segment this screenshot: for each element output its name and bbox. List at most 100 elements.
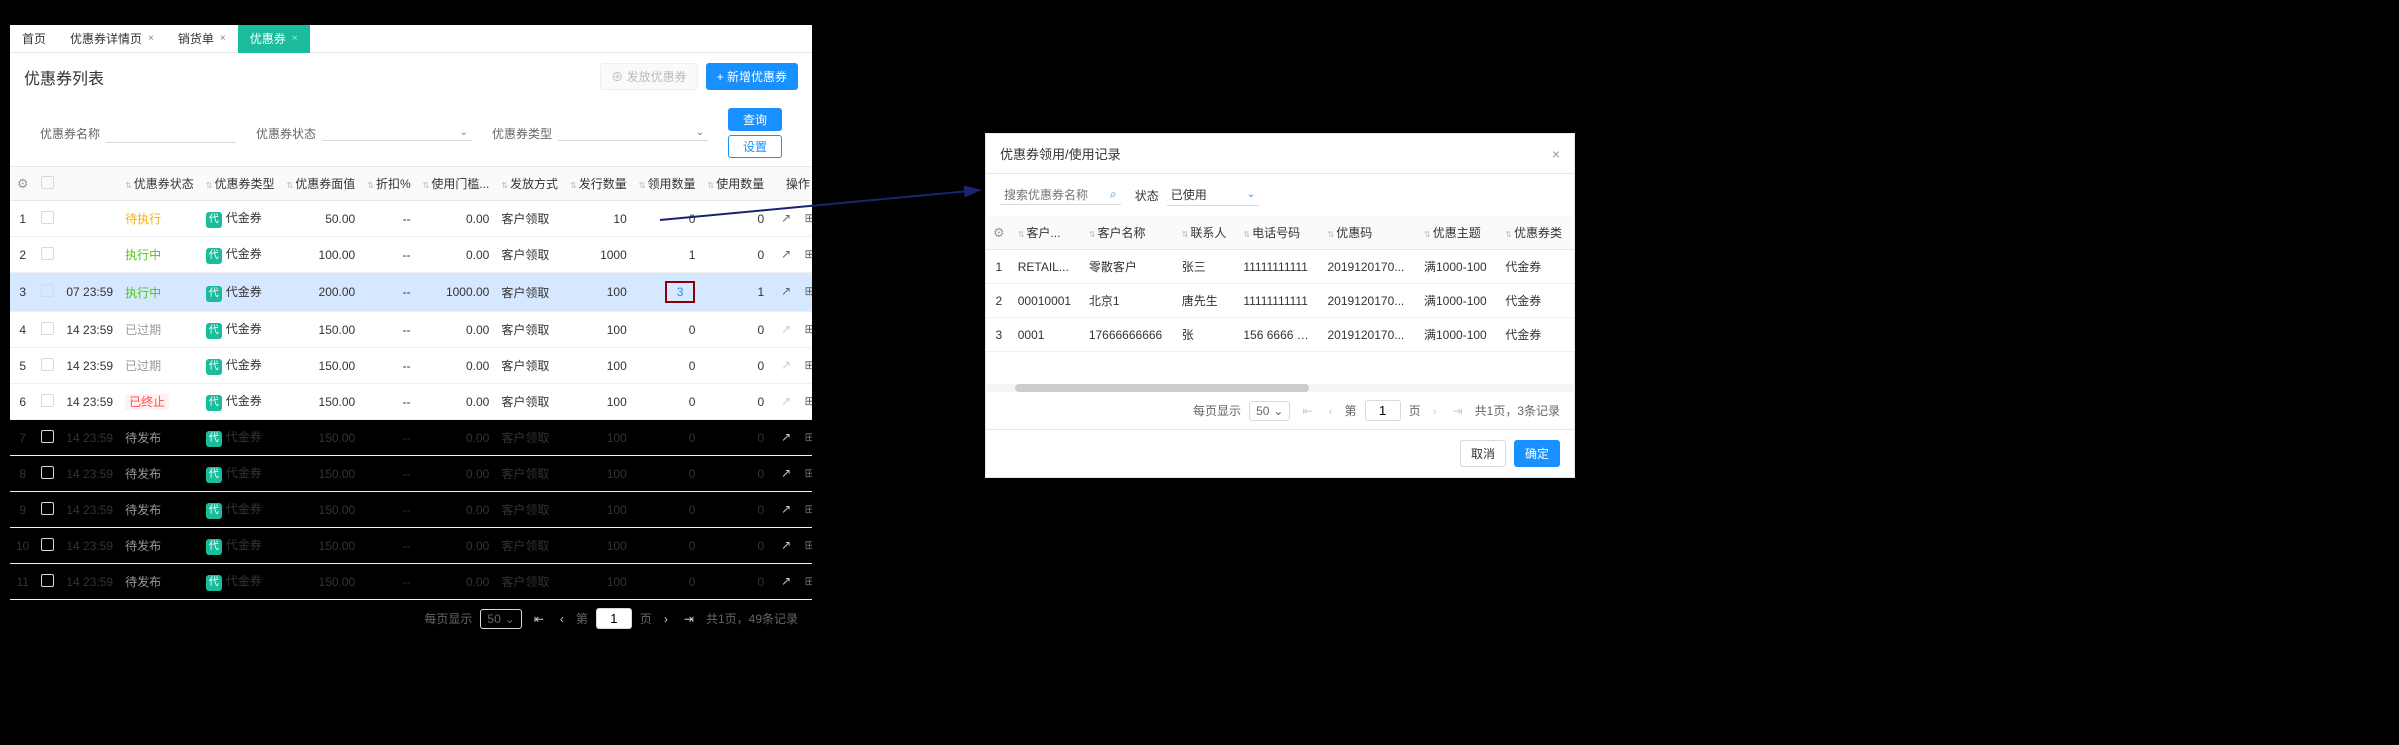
close-icon[interactable]: × (292, 33, 298, 44)
face-column[interactable]: ⇅优惠券面值 (281, 167, 362, 201)
type-column[interactable]: ⇅优惠券类型 (200, 167, 281, 201)
phone-column[interactable]: ⇅电话号码 (1237, 216, 1321, 250)
coupon-type-select[interactable]: ⌄ (558, 125, 708, 141)
first-page-button[interactable]: ⇤ (1298, 404, 1316, 418)
tab-coupon[interactable]: 优惠券 × (238, 25, 310, 53)
per-page-select[interactable]: 50 ⌄ (480, 609, 521, 629)
used-column[interactable]: ⇅使用数量 (701, 167, 770, 201)
table-row[interactable]: 8 14 23:59 待发布 代代金券 150.00 -- 0.00 客户领取 … (10, 456, 812, 492)
prev-page-button[interactable]: ‹ (1325, 404, 1337, 418)
gear-column[interactable]: ⚙ (986, 216, 1012, 250)
plus-circle-icon: ⊕ (611, 70, 626, 84)
claimed-link[interactable]: 3 (665, 281, 696, 303)
share-icon[interactable]: ↗ (778, 284, 794, 300)
settings-button[interactable]: 设置 (728, 135, 782, 158)
horizontal-scrollbar[interactable] (986, 384, 1574, 392)
share-icon[interactable]: ↗ (778, 211, 794, 227)
table-row[interactable]: 1 待执行 代代金券 50.00 -- 0.00 客户领取 10 0 0 ↗ ⊞ (10, 201, 812, 237)
page-input[interactable] (596, 608, 632, 629)
share-icon[interactable]: ↗ (778, 247, 794, 263)
qrcode-icon[interactable]: ⊞ (802, 211, 812, 227)
gear-column[interactable]: ⚙ (10, 167, 35, 201)
qrcode-icon[interactable]: ⊞ (802, 247, 812, 263)
qrcode-icon[interactable]: ⊞ (802, 358, 812, 374)
row-checkbox[interactable] (41, 502, 54, 515)
table-row[interactable]: 1 RETAIL... 零散客户 张三 11111111111 20191201… (986, 250, 1574, 284)
row-checkbox[interactable] (41, 211, 54, 224)
timestamp-column[interactable] (60, 167, 119, 201)
qrcode-icon[interactable]: ⊞ (802, 466, 812, 482)
prev-page-button[interactable]: ‹ (556, 612, 568, 626)
table-row[interactable]: 3 0001 17666666666 张 156 6666 … 20191201… (986, 318, 1574, 352)
table-row[interactable]: 10 14 23:59 待发布 代代金券 150.00 -- 0.00 客户领取… (10, 528, 812, 564)
next-page-button[interactable]: › (660, 612, 672, 626)
qrcode-icon[interactable]: ⊞ (802, 574, 812, 590)
qrcode-icon[interactable]: ⊞ (802, 284, 812, 300)
cancel-button[interactable]: 取消 (1460, 440, 1506, 467)
tab-sales-order[interactable]: 销货单 × (166, 25, 238, 53)
qrcode-icon[interactable]: ⊞ (802, 430, 812, 446)
search-icon[interactable]: ⌕ (1110, 187, 1117, 202)
first-page-button[interactable]: ⇤ (530, 612, 548, 626)
row-checkbox[interactable] (41, 466, 54, 479)
table-row[interactable]: 11 14 23:59 待发布 代代金券 150.00 -- 0.00 客户领取… (10, 564, 812, 600)
coupon-code-column[interactable]: ⇅优惠码 (1322, 216, 1419, 250)
confirm-button[interactable]: 确定 (1514, 440, 1560, 467)
claimed-column[interactable]: ⇅领用数量 (633, 167, 702, 201)
row-checkbox[interactable] (41, 284, 54, 297)
coupon-type-column[interactable]: ⇅优惠券类 (1499, 216, 1574, 250)
per-page-select[interactable]: 50 ⌄ (1249, 401, 1290, 421)
distribute-coupon-button[interactable]: ⊕ 发放优惠券 (600, 63, 697, 90)
qrcode-icon[interactable]: ⊞ (802, 322, 812, 338)
row-checkbox[interactable] (41, 538, 54, 551)
search-input[interactable] (1004, 188, 1104, 202)
select-all-checkbox[interactable] (41, 176, 54, 189)
row-number: 3 (986, 318, 1012, 352)
status-column[interactable]: ⇅优惠券状态 (119, 167, 200, 201)
issued-column[interactable]: ⇅发行数量 (564, 167, 633, 201)
actions-cell: ↗ ⊞ (770, 312, 812, 348)
page-input[interactable] (1365, 400, 1401, 421)
table-row[interactable]: 6 14 23:59 已终止 代代金券 150.00 -- 0.00 客户领取 … (10, 384, 812, 420)
method-column[interactable]: ⇅发放方式 (495, 167, 564, 201)
contact-column[interactable]: ⇅联系人 (1176, 216, 1238, 250)
table-row[interactable]: 9 14 23:59 待发布 代代金券 150.00 -- 0.00 客户领取 … (10, 492, 812, 528)
coupon-status-select[interactable]: ⌄ (322, 125, 472, 141)
close-icon[interactable]: × (220, 33, 226, 44)
tab-home[interactable]: 首页 (10, 25, 58, 53)
table-row[interactable]: 4 14 23:59 已过期 代代金券 150.00 -- 0.00 客户领取 … (10, 312, 812, 348)
qrcode-icon[interactable]: ⊞ (802, 394, 812, 410)
row-checkbox[interactable] (41, 247, 54, 260)
table-row[interactable]: 7 14 23:59 待发布 代代金券 150.00 -- 0.00 客户领取 … (10, 420, 812, 456)
qrcode-icon[interactable]: ⊞ (802, 538, 812, 554)
last-page-button[interactable]: ⇥ (1449, 404, 1467, 418)
threshold-column[interactable]: ⇅使用门槛... (417, 167, 496, 201)
type-cell: 代代金券 (200, 201, 281, 237)
table-row[interactable]: 5 14 23:59 已过期 代代金券 150.00 -- 0.00 客户领取 … (10, 348, 812, 384)
table-row[interactable]: 3 07 23:59 执行中 代代金券 200.00 -- 1000.00 客户… (10, 273, 812, 312)
row-checkbox-cell (35, 528, 60, 564)
table-row[interactable]: 2 00010001 北京1 唐先生 11111111111 201912017… (986, 284, 1574, 318)
row-checkbox[interactable] (41, 322, 54, 335)
row-checkbox[interactable] (41, 574, 54, 587)
customer-code-column[interactable]: ⇅客户... (1012, 216, 1083, 250)
close-icon[interactable]: × (1552, 146, 1560, 162)
customer-name-column[interactable]: ⇅客户名称 (1083, 216, 1176, 250)
modal-filter: ⌕ 状态 已使用 ⌄ (986, 174, 1574, 216)
query-button[interactable]: 查询 (728, 108, 782, 131)
coupon-name-input[interactable] (106, 123, 236, 143)
table-row[interactable]: 2 执行中 代代金券 100.00 -- 0.00 客户领取 1000 1 0 … (10, 237, 812, 273)
qrcode-icon[interactable]: ⊞ (802, 502, 812, 518)
tab-coupon-detail[interactable]: 优惠券详情页 × (58, 25, 166, 53)
close-icon[interactable]: × (148, 33, 154, 44)
last-page-button[interactable]: ⇥ (680, 612, 698, 626)
add-coupon-button[interactable]: + 新增优惠券 (706, 63, 798, 90)
row-checkbox[interactable] (41, 394, 54, 407)
coupon-subject-column[interactable]: ⇅优惠主题 (1418, 216, 1499, 250)
voucher-badge-icon: 代 (206, 467, 222, 483)
row-checkbox[interactable] (41, 358, 54, 371)
status-select[interactable]: 已使用 ⌄ (1167, 184, 1259, 206)
discount-column[interactable]: ⇅折扣% (361, 167, 416, 201)
row-checkbox[interactable] (41, 430, 54, 443)
next-page-button[interactable]: › (1429, 404, 1441, 418)
